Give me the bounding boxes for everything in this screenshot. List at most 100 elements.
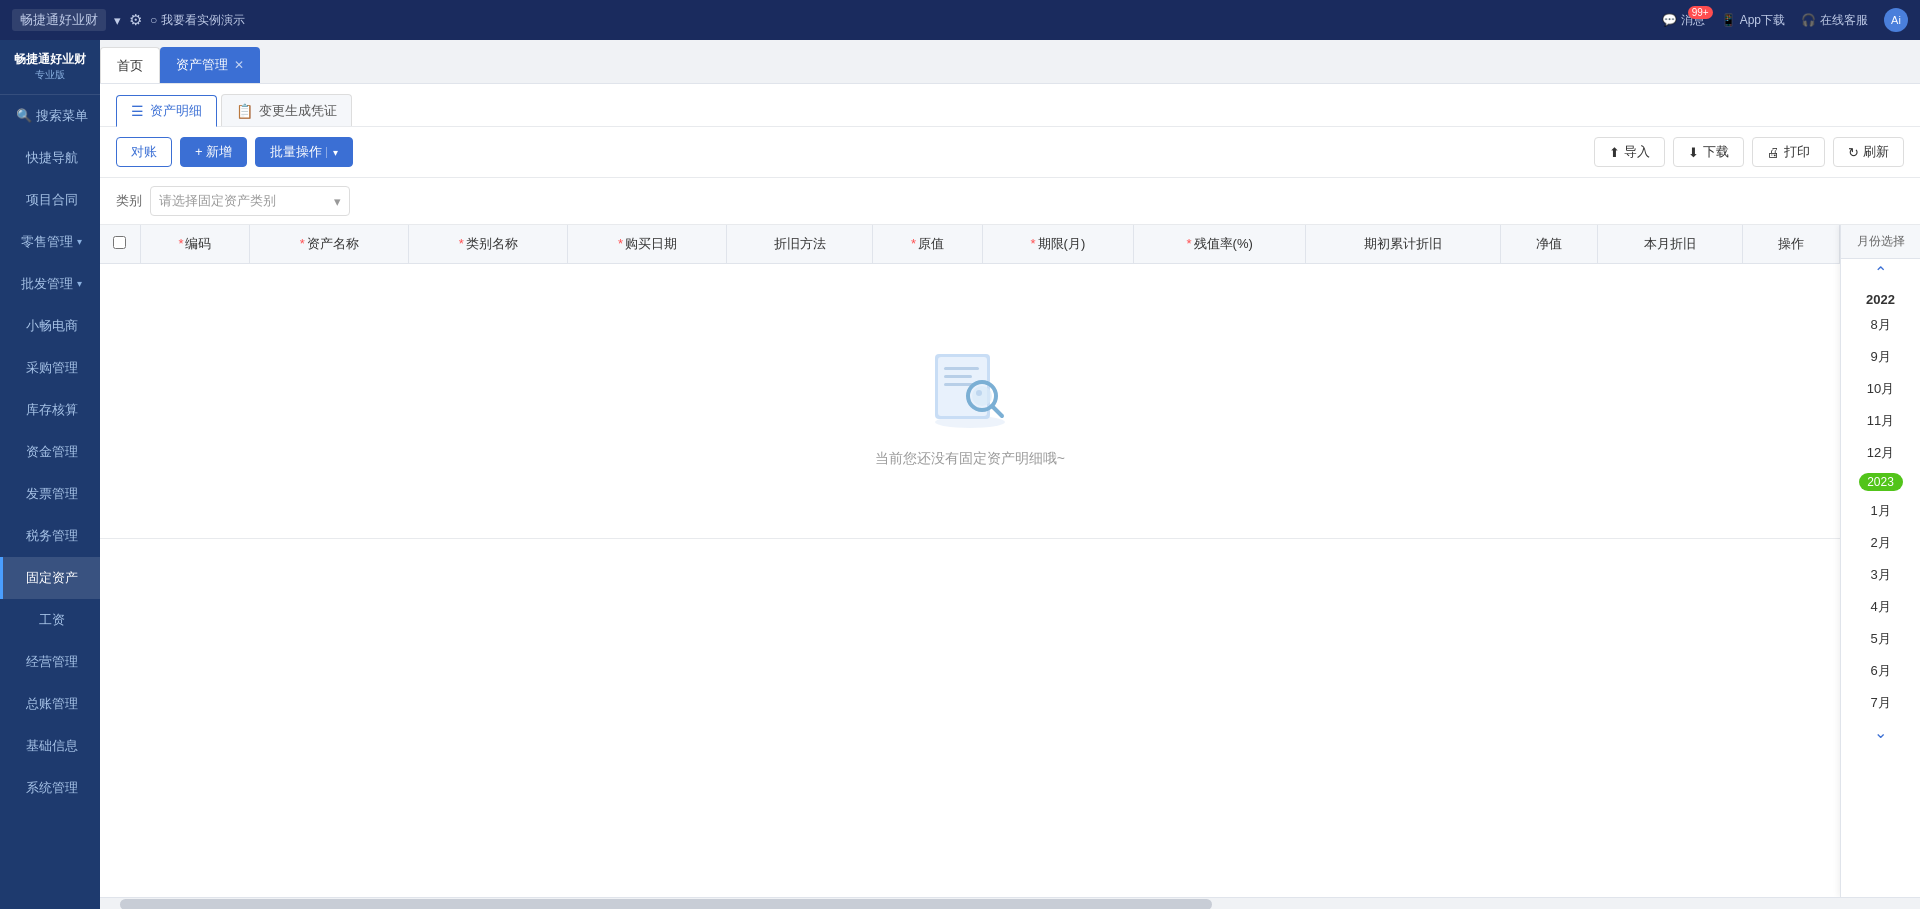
sidebar-item-ecommerce[interactable]: 小畅电商 xyxy=(0,305,100,347)
app-icon: 📱 xyxy=(1721,13,1736,27)
tab-close-icon[interactable]: ✕ xyxy=(234,59,244,71)
filter-category-select[interactable]: 请选择固定资产类别 ▾ xyxy=(150,186,350,216)
sidebar-item-label: 系统管理 xyxy=(26,779,78,797)
top-bar: 畅捷通好业财 ▾ ⚙ ○ 我要看实例演示 💬 消息 99+ 📱 App下载 🎧 … xyxy=(0,0,1920,40)
year-2023-badge[interactable]: 2023 xyxy=(1859,473,1903,491)
reconcile-label: 对账 xyxy=(131,143,157,161)
th-residual-rate: *残值率(%) xyxy=(1133,225,1306,264)
th-code: *编码 xyxy=(140,225,250,264)
sub-tab-detail-label: 资产明细 xyxy=(150,102,202,120)
print-label: 打印 xyxy=(1784,143,1810,161)
reconcile-button[interactable]: 对账 xyxy=(116,137,172,167)
search-icon: 🔍 xyxy=(16,108,32,123)
import-button[interactable]: ⬆ 导入 xyxy=(1594,137,1665,167)
sidebar-item-label: 批发管理 xyxy=(21,275,73,293)
page-content: ☰ 资产明细 📋 变更生成凭证 对账 + 新增 批量操作 ▾ xyxy=(100,84,1920,909)
sidebar-item-salary[interactable]: 工资 xyxy=(0,599,100,641)
message-button[interactable]: 💬 消息 99+ xyxy=(1662,12,1705,29)
svg-rect-4 xyxy=(944,375,972,378)
demo-icon: ○ xyxy=(150,13,157,27)
user-avatar[interactable]: Ai xyxy=(1884,8,1908,32)
company-name-text: 畅捷通好业财 xyxy=(20,12,98,27)
sidebar-item-asset[interactable]: 固定资产 xyxy=(0,557,100,599)
sidebar-item-tax[interactable]: 税务管理 xyxy=(0,515,100,557)
month-panel-header: 月份选择 xyxy=(1841,225,1920,259)
refresh-button[interactable]: ↻ 刷新 xyxy=(1833,137,1904,167)
download-button[interactable]: ⬇ 下载 xyxy=(1673,137,1744,167)
sidebar-item-label: 采购管理 xyxy=(26,359,78,377)
empty-illustration xyxy=(910,334,1030,434)
month-item-10[interactable]: 10月 xyxy=(1841,373,1920,405)
month-item-5[interactable]: 5月 xyxy=(1841,623,1920,655)
batch-button[interactable]: 批量操作 ▾ xyxy=(255,137,353,167)
sidebar-item-label: 小畅电商 xyxy=(26,317,78,335)
sub-tab-detail[interactable]: ☰ 资产明细 xyxy=(116,95,217,127)
th-net-value: 净值 xyxy=(1501,225,1597,264)
month-item-12[interactable]: 12月 xyxy=(1841,437,1920,469)
sub-tab-voucher[interactable]: 📋 变更生成凭证 xyxy=(221,94,352,126)
sidebar-item-wholesale[interactable]: 批发管理 ▾ xyxy=(0,263,100,305)
sidebar-item-fund[interactable]: 资金管理 xyxy=(0,431,100,473)
year-2022-label: 2022 xyxy=(1841,286,1920,309)
sidebar-item-project[interactable]: 项目合同 xyxy=(0,179,100,221)
scrollbar-thumb xyxy=(120,899,1212,909)
demo-link[interactable]: ○ 我要看实例演示 xyxy=(150,12,245,29)
online-service-label: 在线客服 xyxy=(1820,12,1868,29)
add-button[interactable]: + 新增 xyxy=(180,137,247,167)
empty-state: 当前您还没有固定资产明细哦~ xyxy=(112,274,1828,528)
th-purchase-date: *购买日期 xyxy=(568,225,727,264)
settings-icon[interactable]: ⚙ xyxy=(129,11,142,29)
online-service-button[interactable]: 🎧 在线客服 xyxy=(1801,12,1868,29)
sidebar-item-quicknav[interactable]: 快捷导航 xyxy=(0,137,100,179)
month-nav-down[interactable]: ⌄ xyxy=(1841,719,1920,746)
tab-asset[interactable]: 资产管理 ✕ xyxy=(160,47,260,83)
chevron-down-icon: ▾ xyxy=(326,147,338,158)
company-dropdown-arrow[interactable]: ▾ xyxy=(114,13,121,28)
top-bar-left: 畅捷通好业财 ▾ ⚙ ○ 我要看实例演示 xyxy=(12,9,245,31)
month-item-4[interactable]: 4月 xyxy=(1841,591,1920,623)
sidebar-item-label: 基础信息 xyxy=(26,737,78,755)
filter-dropdown-arrow: ▾ xyxy=(334,194,341,209)
service-icon: 🎧 xyxy=(1801,13,1816,27)
sidebar-item-purchase[interactable]: 采购管理 xyxy=(0,347,100,389)
tab-bar: 首页 资产管理 ✕ xyxy=(100,40,1920,84)
app-download-button[interactable]: 📱 App下载 xyxy=(1721,12,1785,29)
table-header-row: *编码 *资产名称 *类别名称 *购买日期 折旧方法 *原值 *期限(月) *残… xyxy=(100,225,1840,264)
sidebar-item-inventory[interactable]: 库存核算 xyxy=(0,389,100,431)
main-wrapper: 畅捷通好业财 专业版 🔍 搜索菜单 快捷导航 项目合同 零售管理 ▾ 批发管理 … xyxy=(0,40,1920,909)
bottom-scrollbar[interactable] xyxy=(100,897,1920,909)
month-item-9[interactable]: 9月 xyxy=(1841,341,1920,373)
sidebar-item-label: 搜索菜单 xyxy=(36,107,88,125)
sidebar-item-ledger[interactable]: 总账管理 xyxy=(0,683,100,725)
sidebar-item-search[interactable]: 🔍 搜索菜单 xyxy=(0,95,100,137)
month-item-1[interactable]: 1月 xyxy=(1841,495,1920,527)
sidebar-item-retail[interactable]: 零售管理 ▾ xyxy=(0,221,100,263)
month-item-8[interactable]: 8月 xyxy=(1841,309,1920,341)
tab-asset-label: 资产管理 xyxy=(176,56,228,74)
sidebar-item-invoice[interactable]: 发票管理 xyxy=(0,473,100,515)
month-item-11[interactable]: 11月 xyxy=(1841,405,1920,437)
sub-tab-bar: ☰ 资产明细 📋 变更生成凭证 xyxy=(100,84,1920,127)
print-button[interactable]: 🖨 打印 xyxy=(1752,137,1825,167)
company-name[interactable]: 畅捷通好业财 xyxy=(12,9,106,31)
month-item-7[interactable]: 7月 xyxy=(1841,687,1920,719)
download-icon: ⬇ xyxy=(1688,145,1699,160)
content-area: 首页 资产管理 ✕ ☰ 资产明细 📋 变更生成凭证 xyxy=(100,40,1920,909)
message-icon: 💬 xyxy=(1662,13,1677,27)
tab-home[interactable]: 首页 xyxy=(100,47,160,83)
th-period: *期限(月) xyxy=(982,225,1133,264)
sidebar-item-label: 固定资产 xyxy=(26,569,78,587)
svg-rect-3 xyxy=(944,367,979,370)
sidebar-item-basic[interactable]: 基础信息 xyxy=(0,725,100,767)
month-item-3[interactable]: 3月 xyxy=(1841,559,1920,591)
sidebar: 畅捷通好业财 专业版 🔍 搜索菜单 快捷导航 项目合同 零售管理 ▾ 批发管理 … xyxy=(0,40,100,909)
month-nav-up[interactable]: ⌃ xyxy=(1841,259,1920,286)
sidebar-item-operation[interactable]: 经营管理 xyxy=(0,641,100,683)
sidebar-item-system[interactable]: 系统管理 xyxy=(0,767,100,809)
th-original-value: *原值 xyxy=(873,225,983,264)
select-all-checkbox[interactable] xyxy=(113,236,126,249)
filter-row: 类别 请选择固定资产类别 ▾ xyxy=(100,178,1920,225)
th-month-dep: 本月折旧 xyxy=(1597,225,1743,264)
month-item-2[interactable]: 2月 xyxy=(1841,527,1920,559)
month-item-6[interactable]: 6月 xyxy=(1841,655,1920,687)
